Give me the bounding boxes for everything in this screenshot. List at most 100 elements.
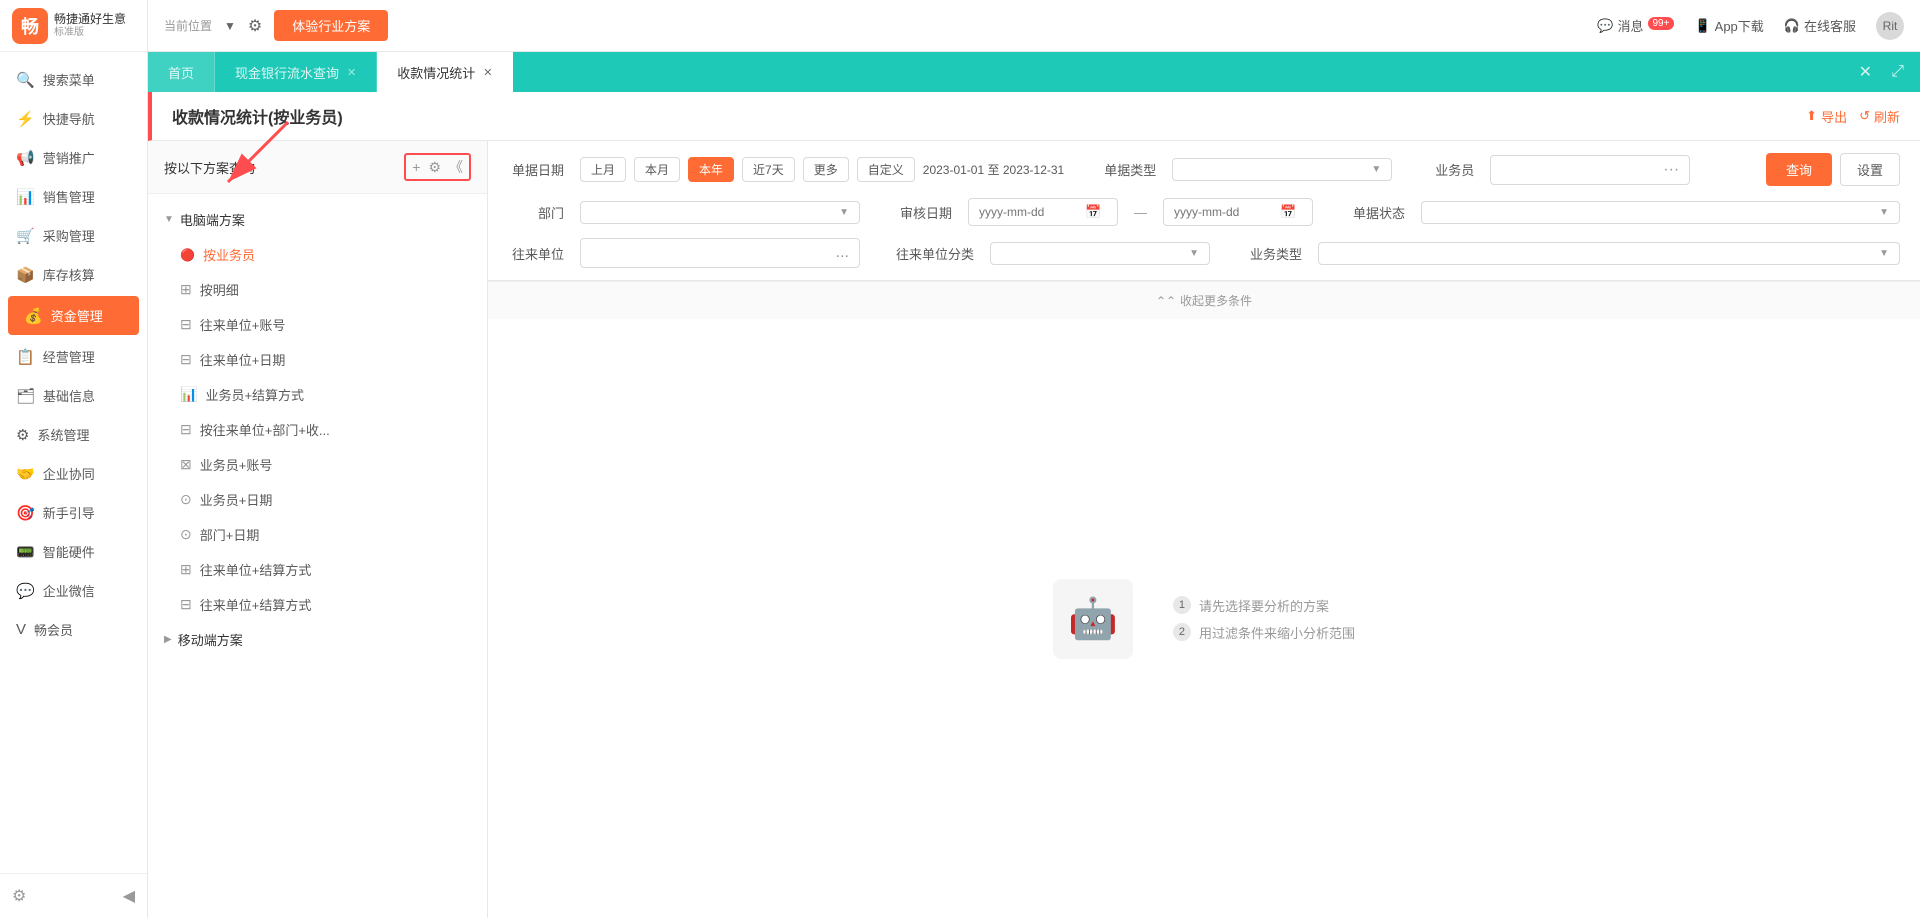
scheme-item-partner-payment2[interactable]: ⊟ 往来单位+结算方式 (148, 587, 487, 622)
scheme-collapse-icon[interactable]: 《 (449, 157, 463, 177)
message-action[interactable]: 💬 消息 99+ (1597, 16, 1674, 35)
search-icon: 🔍 (16, 71, 35, 89)
tab-bank-flow[interactable]: 现金银行流水查询 ✕ (215, 52, 377, 92)
audit-to-input[interactable] (1174, 205, 1274, 219)
customer-service-action[interactable]: 🎧 在线客服 (1784, 16, 1856, 35)
user-avatar[interactable]: Rit (1876, 12, 1904, 40)
scheme-item-partner-date[interactable]: ⊟ 往来单位+日期 (148, 342, 487, 377)
unit-dept-icon: ⊟ (180, 421, 192, 438)
status-label: 单据状态 (1349, 203, 1405, 222)
filter-row-1: 单据日期 上月 本月 本年 近7天 更多 自定义 2023-01-01 至 (508, 153, 1900, 186)
refresh-button[interactable]: ↺ 刷新 (1859, 107, 1900, 126)
sidebar-item-purchase[interactable]: 🛒 采购管理 (0, 216, 147, 255)
scheme-item-by-salesman[interactable]: 🔴 按业务员 (148, 237, 487, 272)
sidebar-item-stock[interactable]: 📦 库存核算 (0, 255, 147, 294)
status-select[interactable]: ▼ (1421, 201, 1900, 224)
marketing-icon: 📢 (16, 149, 35, 167)
partner-category-dropdown-icon: ▼ (1189, 248, 1199, 259)
scheme-item-salesman-account[interactable]: ⊠ 业务员+账号 (148, 447, 487, 482)
sales-icon: 📊 (16, 188, 35, 206)
tab-bar-expand-icon[interactable]: ⤢ (1891, 63, 1904, 81)
quick-nav-icon: ⚡ (16, 110, 35, 128)
category-dropdown-icon: ▼ (1371, 164, 1381, 175)
business-type-label: 业务类型 (1246, 244, 1302, 263)
business-type-select[interactable]: ▼ (1318, 242, 1900, 265)
breadcrumb-dropdown[interactable]: ▼ (224, 19, 236, 33)
sidebar-item-hardware[interactable]: 📟 智能硬件 (0, 532, 147, 571)
date-btn-this-month[interactable]: 本月 (634, 157, 680, 182)
partner-category-select[interactable]: ▼ (990, 242, 1210, 265)
sidebar-item-wechat[interactable]: 💬 企业微信 (0, 571, 147, 610)
add-scheme-button[interactable]: + (412, 159, 420, 175)
header-right: 💬 消息 99+ 📱 App下载 🎧 在线客服 Rit (1597, 12, 1904, 40)
scheme-item-dept-date[interactable]: ⊙ 部门+日期 (148, 517, 487, 552)
audit-from-input[interactable] (979, 205, 1079, 219)
sidebar-item-search[interactable]: 🔍 搜索菜单 (0, 60, 147, 99)
sidebar-item-operation[interactable]: 📋 经营管理 (0, 337, 147, 376)
scheme-item-by-unit-dept[interactable]: ⊟ 按往来单位+部门+收... (148, 412, 487, 447)
salesman-more-icon[interactable]: ··· (1663, 161, 1679, 179)
date-btn-custom[interactable]: 自定义 (857, 157, 915, 182)
tab-collection[interactable]: 收款情况统计 ✕ (377, 52, 513, 92)
partner-select[interactable]: ... (580, 238, 860, 268)
scheme-item-salesman-payment[interactable]: 📊 业务员+结算方式 (148, 377, 487, 412)
content-area: 按以下方案查询 + ⚙ 《 ▼ 电脑端方案 (148, 141, 1920, 918)
tab-close-bank-flow[interactable]: ✕ (347, 66, 356, 79)
trial-button[interactable]: 体验行业方案 (274, 10, 388, 41)
tab-bar: 首页 现金银行流水查询 ✕ 收款情况统计 ✕ ✕ ⤢ (148, 52, 1920, 92)
guide-icon: 🎯 (16, 504, 35, 522)
scheme-item-partner-account[interactable]: ⊟ 往来单位+账号 (148, 307, 487, 342)
category-select[interactable]: ▼ (1172, 158, 1392, 181)
date-btn-this-year[interactable]: 本年 (688, 157, 734, 182)
scheme-settings-icon[interactable]: ⚙ (428, 159, 441, 176)
partner-label: 往来单位 (508, 244, 564, 263)
scheme-item-by-detail[interactable]: ⊞ 按明细 (148, 272, 487, 307)
app-icon: 📱 (1694, 18, 1710, 34)
dept-select[interactable]: ▼ (580, 201, 860, 224)
scheme-group-mobile-header[interactable]: ▶ 移动端方案 (148, 622, 487, 657)
settings-footer-icon[interactable]: ⚙ (12, 886, 26, 906)
sidebar-item-basic[interactable]: 🗂 基础信息 (0, 376, 147, 415)
tab-home[interactable]: 首页 (148, 52, 215, 92)
logo-icon: 畅 (12, 8, 48, 44)
page-title-bar: 收款情况统计(按业务员) ⬆ 导出 ↺ 刷新 (148, 92, 1920, 141)
scheme-item-salesman-date[interactable]: ⊙ 业务员+日期 (148, 482, 487, 517)
purchase-icon: 🛒 (16, 227, 35, 245)
salesman-date-icon: ⊙ (180, 491, 192, 508)
date-btn-last-month[interactable]: 上月 (580, 157, 626, 182)
header-gear-icon[interactable]: ⚙ (248, 16, 262, 36)
sidebar-item-capital[interactable]: 💰 资金管理 (8, 296, 139, 335)
chevron-right-icon: ▶ (164, 634, 172, 645)
sidebar-item-quick-nav[interactable]: ⚡ 快捷导航 (0, 99, 147, 138)
sidebar-item-member[interactable]: V 畅会员 (0, 610, 147, 649)
scheme-item-partner-payment[interactable]: ⊞ 往来单位+结算方式 (148, 552, 487, 587)
salesman-active-icon: 🔴 (180, 248, 195, 262)
empty-step-1: 1 请先选择要分析的方案 (1173, 596, 1355, 615)
app-download-action[interactable]: 📱 App下载 (1694, 16, 1763, 35)
logo-text: 畅捷通好生意 标准版 (54, 12, 126, 38)
operation-icon: 📋 (16, 348, 35, 366)
sidebar-item-system[interactable]: ⚙ 系统管理 (0, 415, 147, 454)
sidebar-item-guide[interactable]: 🎯 新手引导 (0, 493, 147, 532)
audit-date-to[interactable]: 📅 (1163, 198, 1313, 226)
scheme-group-pc-header[interactable]: ▼ 电脑端方案 (148, 202, 487, 237)
sidebar-item-sales[interactable]: 📊 销售管理 (0, 177, 147, 216)
chevron-up-icon: ⌃⌃ (1156, 294, 1176, 308)
sidebar-item-enterprise[interactable]: 🤝 企业协同 (0, 454, 147, 493)
collapse-sidebar-icon[interactable]: ◀ (123, 886, 135, 906)
sidebar-item-marketing[interactable]: 📢 营销推广 (0, 138, 147, 177)
business-type-dropdown-icon: ▼ (1879, 248, 1889, 259)
collapse-bar[interactable]: ⌃⌃ 收起更多条件 (488, 281, 1920, 319)
title-actions: ⬆ 导出 ↺ 刷新 (1806, 107, 1900, 126)
date-btn-more[interactable]: 更多 (803, 157, 849, 182)
audit-date-from[interactable]: 📅 (968, 198, 1118, 226)
query-button[interactable]: 查询 (1766, 153, 1832, 186)
partner-more-icon[interactable]: ... (836, 244, 849, 262)
date-btn-7days[interactable]: 近7天 (742, 157, 795, 182)
salesman-select[interactable]: ··· (1490, 155, 1690, 185)
salesman-account-icon: ⊠ (180, 456, 192, 473)
export-button[interactable]: ⬆ 导出 (1806, 107, 1847, 126)
tab-bar-close-icon[interactable]: ✕ (1859, 62, 1872, 82)
tab-close-collection[interactable]: ✕ (483, 66, 492, 79)
settings-button[interactable]: 设置 (1840, 153, 1900, 186)
